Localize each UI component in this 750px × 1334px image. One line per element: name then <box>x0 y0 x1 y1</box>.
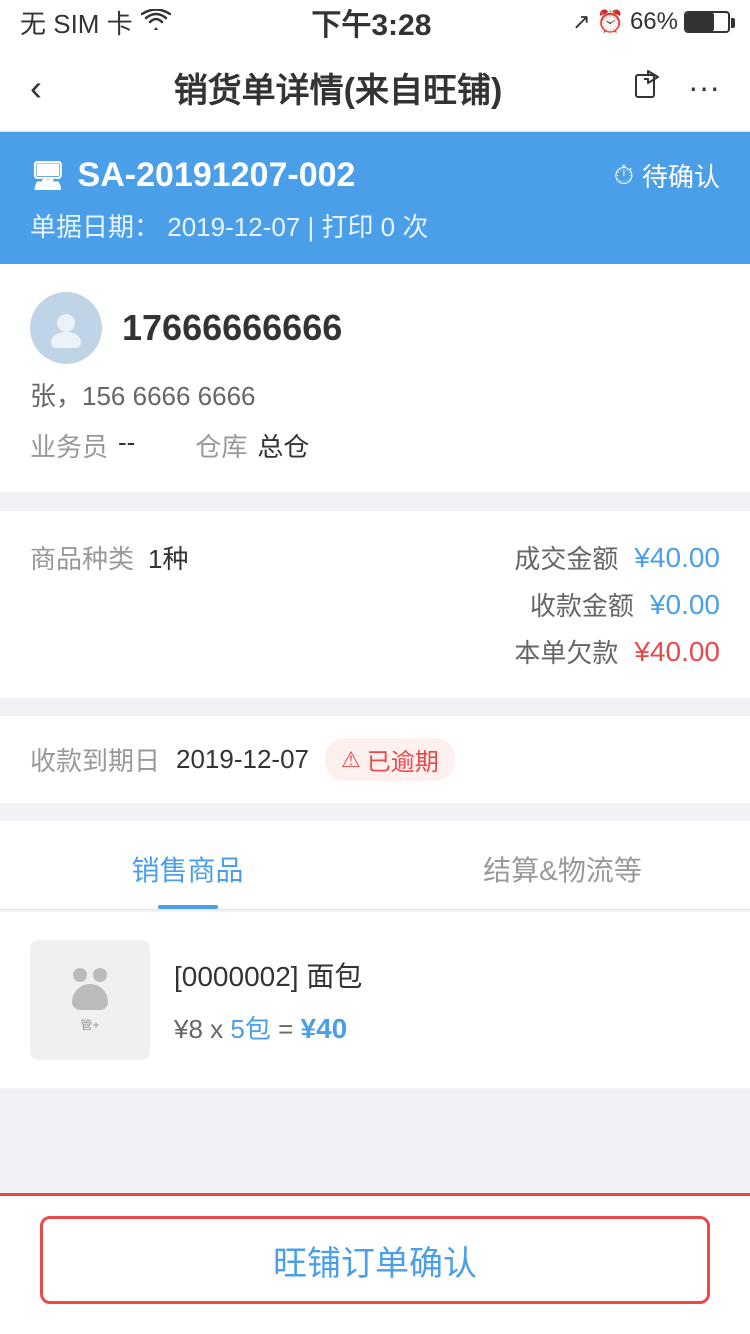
avatar <box>30 292 102 364</box>
overdue-text: 已逾期 <box>367 742 439 777</box>
product-title: 面包 <box>306 961 362 992</box>
battery-percentage: 66% <box>630 8 678 36</box>
owed-amount-row: 本单欠款 ¥40.00 <box>514 633 720 670</box>
product-type-value: 1种 <box>148 539 188 576</box>
tab-settlement[interactable]: 结算&物流等 <box>375 821 750 909</box>
due-date-section: 收款到期日 2019-12-07 ⚠ 已逾期 <box>0 716 750 803</box>
nav-bar: ‹ 销货单详情(来自旺铺) ··· <box>0 44 750 132</box>
warehouse-label: 仓库 <box>195 427 247 464</box>
order-date-row: 单据日期： 2019-12-07 | 打印 0 次 <box>30 207 720 244</box>
confirm-button[interactable]: 旺铺订单确认 <box>40 1216 710 1304</box>
nav-right: ··· <box>634 67 720 109</box>
equals: = <box>278 1014 300 1044</box>
carrier-label: 无 SIM 卡 <box>20 4 133 41</box>
order-id: 🖥 SA-20191207-002 <box>30 156 355 195</box>
confirm-btn-wrapper: 旺铺订单确认 <box>0 1193 750 1334</box>
amounts: 成交金额 ¥40.00 收款金额 ¥0.00 本单欠款 ¥40.00 <box>514 539 720 670</box>
received-amount-label: 收款金额 <box>530 586 634 623</box>
owed-amount-value: ¥40.00 <box>634 636 720 668</box>
product-price-row: ¥8 x 5包 = ¥40 <box>174 1009 720 1046</box>
alarm-icon: ⏰ <box>597 9 624 35</box>
salesman-meta: 业务员 -- <box>30 427 135 464</box>
due-date-value: 2019-12-07 <box>176 744 309 775</box>
customer-meta: 业务员 -- 仓库 总仓 <box>30 427 720 464</box>
product-item: 管+ [0000002] 面包 ¥8 x 5包 = ¥40 <box>0 912 750 1089</box>
customer-name: 张，156 6666 6666 <box>30 376 720 413</box>
customer-phone: 17666666666 <box>122 307 342 349</box>
transaction-amount-value: ¥40.00 <box>634 542 720 574</box>
more-icon[interactable]: ··· <box>688 69 720 106</box>
share-icon[interactable] <box>634 67 668 109</box>
wifi-icon <box>141 7 171 38</box>
product-name: [0000002] 面包 <box>174 955 720 995</box>
battery-icon <box>684 11 730 33</box>
location-icon: ↗ <box>572 9 590 35</box>
back-button[interactable]: ‹ <box>30 67 42 109</box>
unit-price: ¥8 x <box>174 1014 230 1044</box>
page-title: 销货单详情(来自旺铺) <box>174 63 503 112</box>
transaction-amount-row: 成交金额 ¥40.00 <box>514 539 720 576</box>
overdue-icon: ⚠ <box>341 747 361 773</box>
order-banner: 🖥 SA-20191207-002 ⏱ 待确认 单据日期： 2019-12-07… <box>0 132 750 264</box>
order-status: ⏱ 待确认 <box>614 157 720 194</box>
overdue-badge: ⚠ 已逾期 <box>325 738 455 781</box>
customer-header: 17666666666 <box>30 292 720 364</box>
product-type: 商品种类 1种 <box>30 539 188 576</box>
summary-section: 商品种类 1种 成交金额 ¥40.00 收款金额 ¥0.00 本单欠款 ¥40.… <box>0 511 750 698</box>
tab-sales-products[interactable]: 销售商品 <box>0 821 375 909</box>
status-left: 无 SIM 卡 <box>20 4 171 41</box>
tab-bar: 销售商品 结算&物流等 <box>0 821 750 910</box>
order-banner-top: 🖥 SA-20191207-002 ⏱ 待确认 <box>30 156 720 195</box>
date-label: 单据日期： <box>30 212 160 242</box>
quantity: 5包 <box>230 1014 270 1044</box>
status-text: 待确认 <box>642 157 720 194</box>
received-amount-value: ¥0.00 <box>650 589 720 621</box>
total-price: ¥40 <box>301 1013 348 1044</box>
salesman-value: -- <box>118 427 135 464</box>
tab-settlement-label: 结算&物流等 <box>483 855 642 886</box>
status-time: 下午3:28 <box>311 0 431 44</box>
received-amount-row: 收款金额 ¥0.00 <box>530 586 720 623</box>
status-right: ↗ ⏰ 66% <box>572 8 730 36</box>
date-value: 2019-12-07 <box>167 212 300 242</box>
salesman-label: 业务员 <box>30 427 108 464</box>
order-id-icon: 🖥 <box>30 159 66 192</box>
due-date-label: 收款到期日 <box>30 741 160 778</box>
order-id-text: SA-20191207-002 <box>78 156 356 195</box>
transaction-amount-label: 成交金额 <box>514 539 618 576</box>
customer-card: 17666666666 张，156 6666 6666 业务员 -- 仓库 总仓 <box>0 264 750 493</box>
product-type-label: 商品种类 <box>30 539 134 576</box>
product-thumbnail: 管+ <box>30 940 150 1060</box>
owed-amount-label: 本单欠款 <box>514 633 618 670</box>
product-code: [0000002] <box>174 961 299 992</box>
status-bar: 无 SIM 卡 下午3:28 ↗ ⏰ 66% <box>0 0 750 44</box>
print-text: | 打印 0 次 <box>307 212 428 242</box>
status-clock-icon: ⏱ <box>614 160 634 192</box>
product-list: 管+ [0000002] 面包 ¥8 x 5包 = ¥40 <box>0 912 750 1089</box>
tab-sales-products-label: 销售商品 <box>131 855 243 886</box>
warehouse-meta: 仓库 总仓 <box>195 427 309 464</box>
product-info: [0000002] 面包 ¥8 x 5包 = ¥40 <box>174 955 720 1046</box>
warehouse-value: 总仓 <box>257 427 309 464</box>
